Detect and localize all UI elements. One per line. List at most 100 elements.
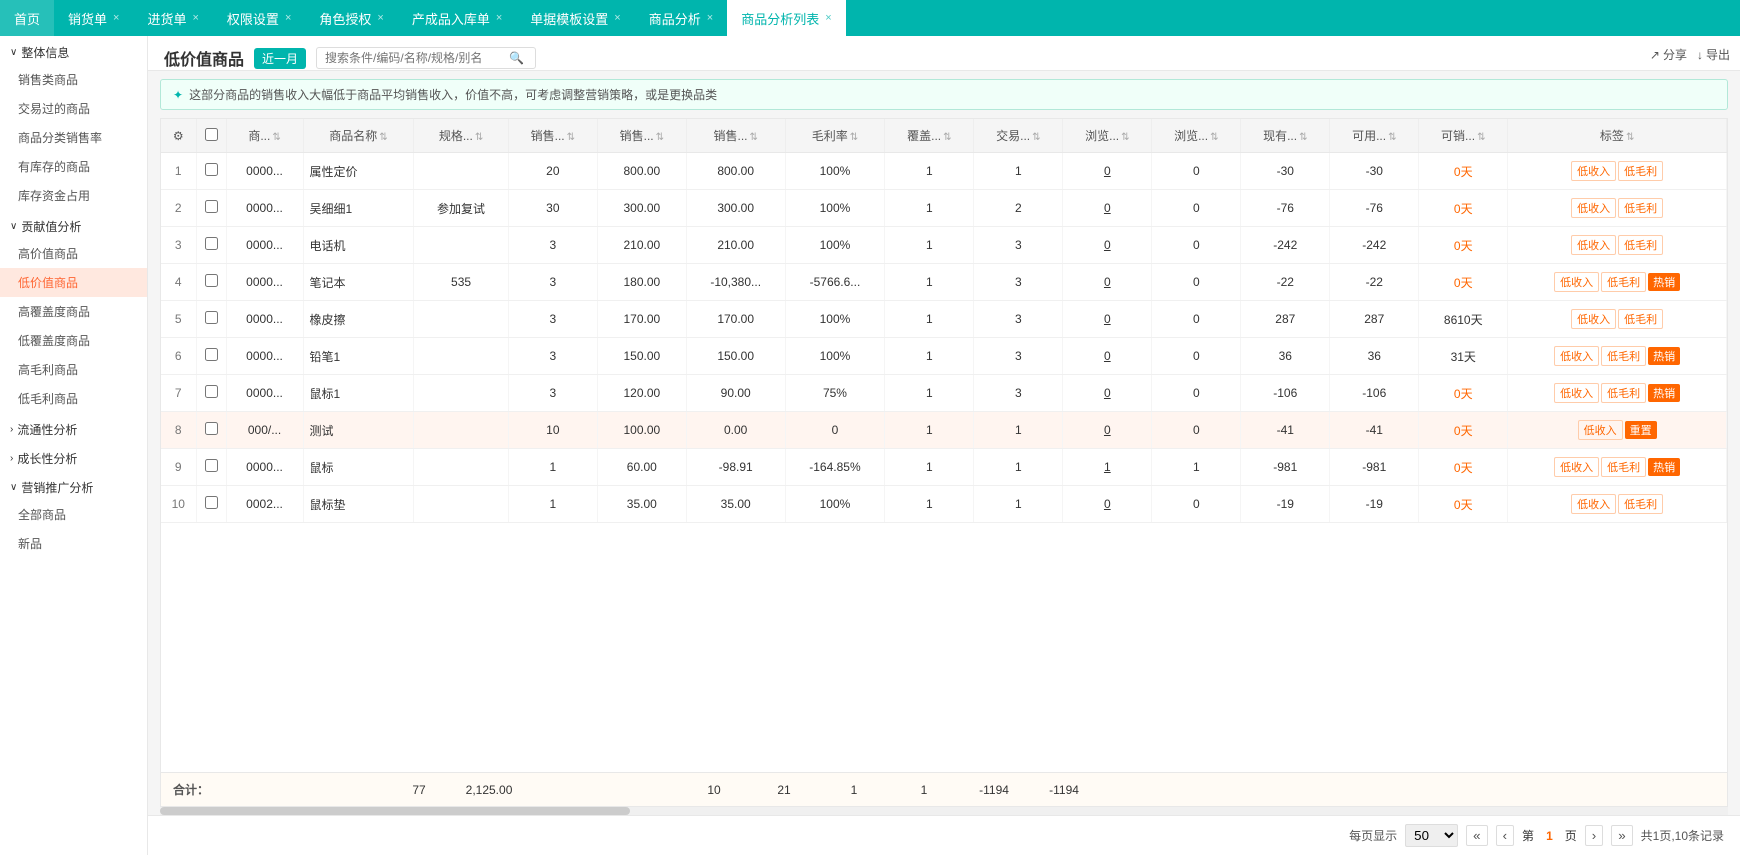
sidebar-section-growth[interactable]: › 成长性分析 bbox=[0, 442, 147, 471]
row-checkbox[interactable] bbox=[196, 153, 226, 190]
row-pv1[interactable]: 0 bbox=[1063, 227, 1152, 264]
row-checkbox[interactable] bbox=[196, 412, 226, 449]
row-checkbox[interactable] bbox=[196, 449, 226, 486]
share-button[interactable]: ↗ 分享 bbox=[1650, 46, 1687, 63]
table-row[interactable]: 10 0002... 鼠标垫 1 35.00 35.00 100% 1 1 0 … bbox=[161, 486, 1727, 523]
search-icon[interactable]: 🔍 bbox=[509, 51, 524, 65]
nav-home[interactable]: 首页 bbox=[0, 0, 54, 36]
close-icon[interactable]: × bbox=[377, 12, 383, 24]
table-row[interactable]: 8 000/... 测试 10 100.00 0.00 0 1 1 0 0 -4… bbox=[161, 412, 1727, 449]
col-settings[interactable]: ⚙ bbox=[161, 119, 196, 153]
row-pv1[interactable]: 0 bbox=[1063, 412, 1152, 449]
select-all-checkbox[interactable] bbox=[205, 128, 218, 141]
sidebar-item-low-coverage[interactable]: 低覆盖度商品 bbox=[0, 326, 147, 355]
sidebar-section-overall[interactable]: ∨ 整体信息 bbox=[0, 36, 147, 65]
sidebar-item-traded-products[interactable]: 交易过的商品 bbox=[0, 94, 147, 123]
row-margin: 75% bbox=[785, 375, 885, 412]
nav-role-auth[interactable]: 角色授权 × bbox=[305, 0, 397, 36]
table-row[interactable]: 9 0000... 鼠标 1 60.00 -98.91 -164.85% 1 1… bbox=[161, 449, 1727, 486]
table-row[interactable]: 2 0000... 吴细细1 参加复试 30 300.00 300.00 100… bbox=[161, 190, 1727, 227]
nav-template-settings[interactable]: 单据模板设置 × bbox=[516, 0, 634, 36]
row-pv1[interactable]: 0 bbox=[1063, 375, 1152, 412]
table-row[interactable]: 1 0000... 属性定价 20 800.00 800.00 100% 1 1… bbox=[161, 153, 1727, 190]
col-trade[interactable]: 交易...⇅ bbox=[974, 119, 1063, 153]
row-pv1[interactable]: 0 bbox=[1063, 338, 1152, 375]
col-code[interactable]: 商...⇅ bbox=[226, 119, 303, 153]
table-row[interactable]: 5 0000... 橡皮擦 3 170.00 170.00 100% 1 3 0… bbox=[161, 301, 1727, 338]
sidebar-section-circulation[interactable]: › 流通性分析 bbox=[0, 413, 147, 442]
close-icon[interactable]: × bbox=[192, 12, 198, 24]
nav-purchase-order[interactable]: 进货单 × bbox=[133, 0, 212, 36]
search-input[interactable] bbox=[325, 51, 505, 65]
sidebar-item-low-value[interactable]: 低价值商品 bbox=[0, 268, 147, 297]
sidebar-item-high-coverage[interactable]: 高覆盖度商品 bbox=[0, 297, 147, 326]
table-row[interactable]: 4 0000... 笔记本 535 3 180.00 -10,380... -5… bbox=[161, 264, 1727, 301]
sidebar-item-category-sales[interactable]: 商品分类销售率 bbox=[0, 123, 147, 152]
period-tag[interactable]: 近一月 bbox=[254, 48, 306, 69]
col-pv1[interactable]: 浏览...⇅ bbox=[1063, 119, 1152, 153]
row-checkbox[interactable] bbox=[196, 190, 226, 227]
row-pv1[interactable]: 0 bbox=[1063, 301, 1152, 338]
close-icon[interactable]: × bbox=[113, 12, 119, 24]
sidebar-section-contribution[interactable]: ∨ 贡献值分析 bbox=[0, 210, 147, 239]
close-icon[interactable]: × bbox=[285, 12, 291, 24]
row-pv2: 0 bbox=[1152, 153, 1241, 190]
nav-permissions[interactable]: 权限设置 × bbox=[213, 0, 305, 36]
row-pv1[interactable]: 0 bbox=[1063, 264, 1152, 301]
row-pv1[interactable]: 0 bbox=[1063, 190, 1152, 227]
row-pv1[interactable]: 0 bbox=[1063, 486, 1152, 523]
sidebar-item-sales-products[interactable]: 销售类商品 bbox=[0, 65, 147, 94]
sidebar-item-high-value[interactable]: 高价值商品 bbox=[0, 239, 147, 268]
sidebar-section-marketing[interactable]: ∨ 营销推广分析 bbox=[0, 471, 147, 500]
table-row[interactable]: 6 0000... 铅笔1 3 150.00 150.00 100% 1 3 0… bbox=[161, 338, 1727, 375]
last-page-button[interactable]: » bbox=[1611, 825, 1632, 846]
close-icon[interactable]: × bbox=[707, 12, 713, 24]
next-page-button[interactable]: › bbox=[1585, 825, 1603, 846]
col-sellable[interactable]: 可销...⇅ bbox=[1419, 119, 1508, 153]
row-checkbox[interactable] bbox=[196, 227, 226, 264]
col-coverage[interactable]: 覆盖...⇅ bbox=[885, 119, 974, 153]
close-icon[interactable]: × bbox=[496, 12, 502, 24]
export-button[interactable]: ↓ 导出 bbox=[1697, 46, 1730, 63]
col-checkbox[interactable] bbox=[196, 119, 226, 153]
table-row[interactable]: 7 0000... 鼠标1 3 120.00 90.00 75% 1 3 0 0… bbox=[161, 375, 1727, 412]
col-name[interactable]: 商品名称⇅ bbox=[303, 119, 414, 153]
sidebar-item-inventory-value[interactable]: 库存资金占用 bbox=[0, 181, 147, 210]
col-stock[interactable]: 现有...⇅ bbox=[1241, 119, 1330, 153]
col-pv2[interactable]: 浏览...⇅ bbox=[1152, 119, 1241, 153]
table-row[interactable]: 3 0000... 电话机 3 210.00 210.00 100% 1 3 0… bbox=[161, 227, 1727, 264]
page-size-select[interactable]: 50 20 100 bbox=[1405, 824, 1458, 847]
sidebar-item-low-margin[interactable]: 低毛利商品 bbox=[0, 384, 147, 413]
search-box[interactable]: 🔍 bbox=[316, 47, 536, 69]
nav-product-analysis[interactable]: 商品分析 × bbox=[635, 0, 727, 36]
sidebar-item-all-products[interactable]: 全部商品 bbox=[0, 500, 147, 529]
close-icon[interactable]: × bbox=[614, 12, 620, 24]
row-checkbox[interactable] bbox=[196, 486, 226, 523]
first-page-button[interactable]: « bbox=[1466, 825, 1487, 846]
col-spec[interactable]: 规格...⇅ bbox=[414, 119, 509, 153]
col-price[interactable]: 销售...⇅ bbox=[597, 119, 686, 153]
data-table-container[interactable]: ⚙ 商...⇅ 商品名称⇅ 规格...⇅ 销售...⇅ 销售...⇅ 销售...… bbox=[160, 118, 1728, 773]
horizontal-scrollbar[interactable] bbox=[160, 807, 1728, 815]
row-pv1[interactable]: 0 bbox=[1063, 153, 1152, 190]
scrollbar-thumb[interactable] bbox=[160, 807, 630, 815]
row-checkbox[interactable] bbox=[196, 375, 226, 412]
row-checkbox[interactable] bbox=[196, 301, 226, 338]
col-available[interactable]: 可用...⇅ bbox=[1330, 119, 1419, 153]
row-checkbox[interactable] bbox=[196, 264, 226, 301]
sidebar-item-high-margin[interactable]: 高毛利商品 bbox=[0, 355, 147, 384]
sidebar-item-stocked-products[interactable]: 有库存的商品 bbox=[0, 152, 147, 181]
col-amount[interactable]: 销售...⇅ bbox=[686, 119, 785, 153]
current-page: 1 bbox=[1542, 829, 1557, 843]
sidebar-item-new-products[interactable]: 新品 bbox=[0, 529, 147, 558]
close-icon[interactable]: × bbox=[825, 12, 831, 24]
nav-product-inbound[interactable]: 产成品入库单 × bbox=[398, 0, 516, 36]
prev-page-button[interactable]: ‹ bbox=[1496, 825, 1514, 846]
col-margin[interactable]: 毛利率⇅ bbox=[785, 119, 885, 153]
row-checkbox[interactable] bbox=[196, 338, 226, 375]
nav-sales-order[interactable]: 销货单 × bbox=[54, 0, 133, 36]
row-pv1[interactable]: 1 bbox=[1063, 449, 1152, 486]
nav-product-analysis-list[interactable]: 商品分析列表 × bbox=[727, 0, 845, 36]
col-qty[interactable]: 销售...⇅ bbox=[508, 119, 597, 153]
col-tags[interactable]: 标签⇅ bbox=[1508, 119, 1727, 153]
